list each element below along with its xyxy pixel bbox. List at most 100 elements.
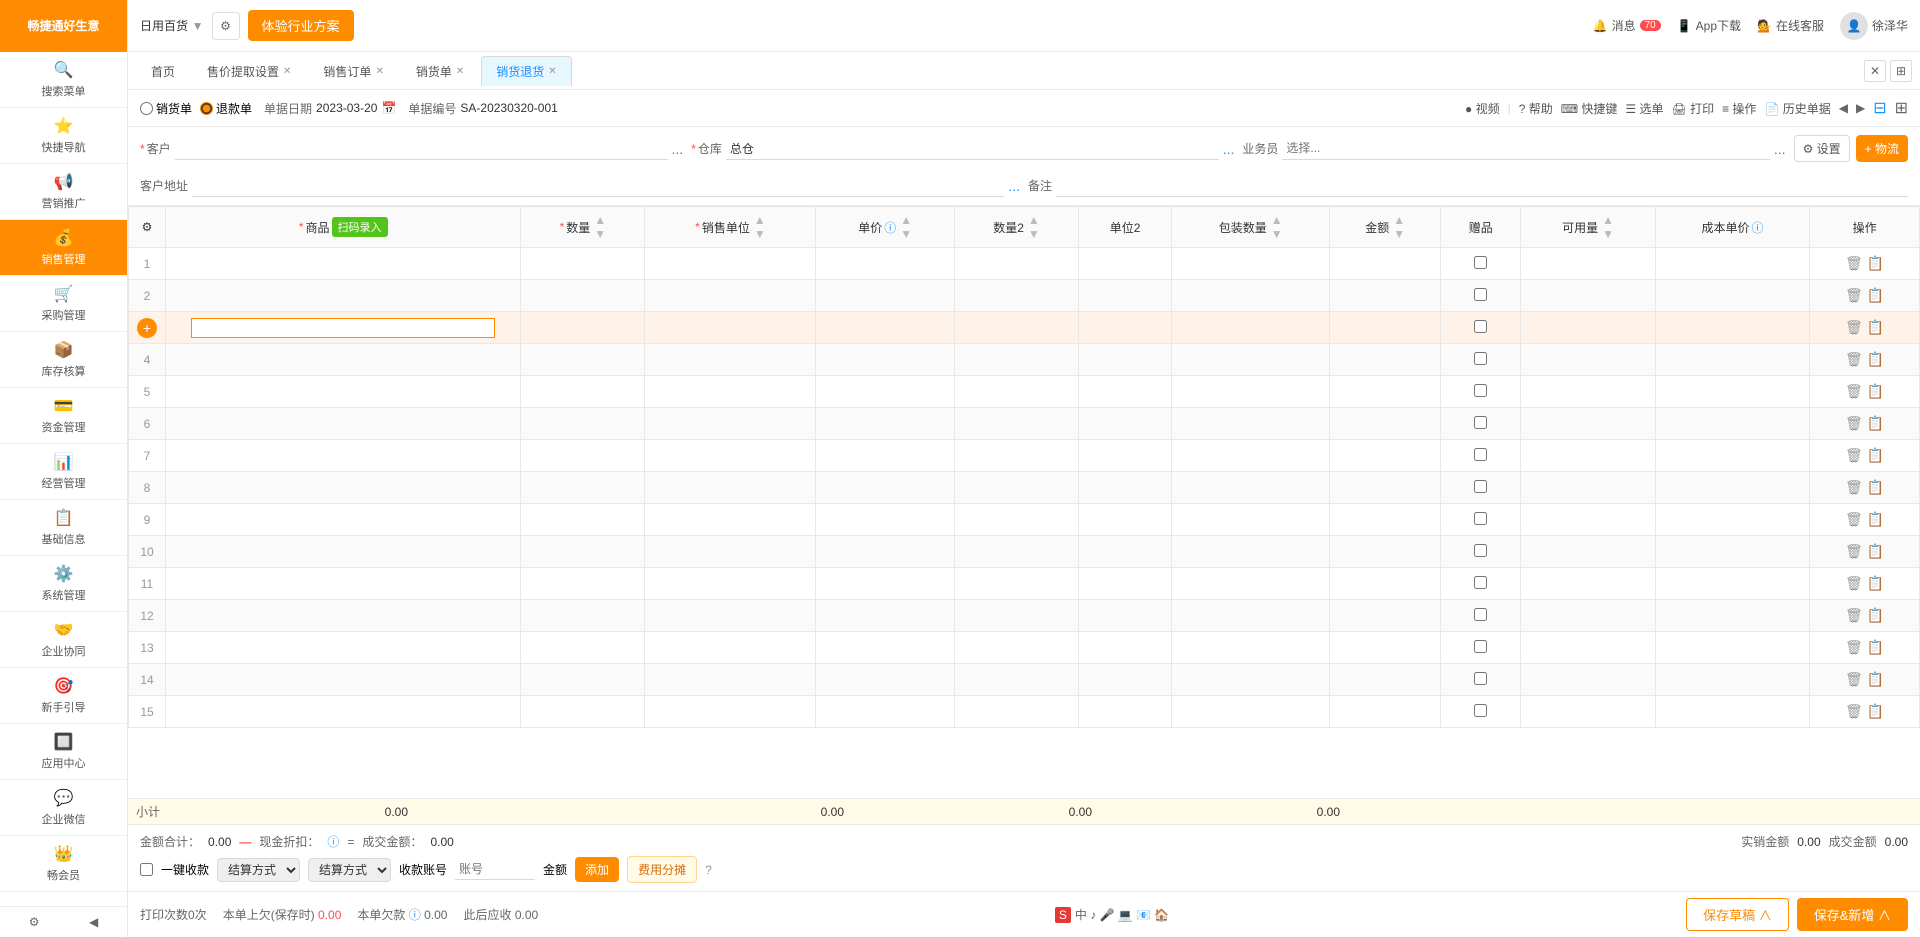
quantity2-cell[interactable] <box>954 248 1078 280</box>
unit2-cell[interactable] <box>1079 280 1172 312</box>
help-action[interactable]: ? 帮助 <box>1519 100 1553 117</box>
calendar-icon[interactable]: 📅 <box>381 101 396 115</box>
sale-unit-cell[interactable] <box>645 536 816 568</box>
sidebar-item-enterprise[interactable]: 🤝 企业协同 <box>0 612 127 668</box>
product-cell[interactable] <box>166 440 521 472</box>
debt-icon[interactable]: ⓘ <box>409 908 421 922</box>
gift-cell[interactable] <box>1441 376 1521 408</box>
pack-qty-cell[interactable] <box>1172 344 1330 376</box>
unit-price-cell[interactable] <box>816 344 954 376</box>
customer-dots[interactable]: ... <box>672 141 684 157</box>
sidebar-item-member[interactable]: 👑 畅会员 <box>0 836 127 892</box>
unit-price-cell[interactable] <box>816 536 954 568</box>
amount-cell[interactable] <box>1330 312 1441 344</box>
cost-price-cell[interactable] <box>1655 344 1809 376</box>
split-btn[interactable]: 费用分摊 <box>627 856 697 883</box>
pack-qty-cell[interactable] <box>1172 408 1330 440</box>
amount-cell[interactable] <box>1330 632 1441 664</box>
gift-checkbox[interactable] <box>1474 672 1487 685</box>
sale-unit-cell[interactable] <box>645 568 816 600</box>
one-click-checkbox[interactable] <box>140 863 153 876</box>
address-dots[interactable]: ... <box>1008 178 1020 194</box>
unit2-cell[interactable] <box>1079 632 1172 664</box>
gift-cell[interactable] <box>1441 664 1521 696</box>
available-cell[interactable] <box>1521 664 1656 696</box>
unit2-cell[interactable] <box>1079 440 1172 472</box>
unit2-cell[interactable] <box>1079 408 1172 440</box>
unit-price-cell[interactable] <box>816 280 954 312</box>
pack-qty-cell[interactable] <box>1172 504 1330 536</box>
unit2-cell[interactable] <box>1079 312 1172 344</box>
tab-sale-return[interactable]: 销货退货 ✕ <box>481 56 571 86</box>
product-cell[interactable] <box>166 568 521 600</box>
tab-sale-price-close[interactable]: ✕ <box>283 66 291 77</box>
unit2-cell[interactable] <box>1079 664 1172 696</box>
col-settings[interactable]: ⚙ <box>129 207 166 248</box>
copy-icon[interactable]: 📋 <box>1867 575 1884 592</box>
quantity-cell[interactable] <box>521 536 645 568</box>
sidebar-item-inventory[interactable]: 📦 库存核算 <box>0 332 127 388</box>
copy-icon[interactable]: 📋 <box>1867 255 1884 272</box>
cost-price-cell[interactable] <box>1655 536 1809 568</box>
product-cell[interactable] <box>166 472 521 504</box>
amount-cell[interactable] <box>1330 568 1441 600</box>
quantity2-cell[interactable] <box>954 472 1078 504</box>
unit-price-cell[interactable] <box>816 632 954 664</box>
save-draft-btn[interactable]: 保存草稿 ∧ <box>1686 898 1789 931</box>
amount-cell[interactable] <box>1330 248 1441 280</box>
quantity-cell[interactable] <box>521 472 645 504</box>
gift-checkbox[interactable] <box>1474 640 1487 653</box>
amount-cell[interactable] <box>1330 504 1441 536</box>
sale-unit-cell[interactable] <box>645 344 816 376</box>
product-cell[interactable] <box>166 632 521 664</box>
amount-cell[interactable] <box>1330 696 1441 728</box>
unit2-cell[interactable] <box>1079 504 1172 536</box>
unit2-cell[interactable] <box>1079 344 1172 376</box>
delete-icon[interactable]: 🗑 <box>1845 383 1863 400</box>
product-cell[interactable] <box>166 536 521 568</box>
available-cell[interactable] <box>1521 312 1656 344</box>
delete-icon[interactable]: 🗑 <box>1845 703 1863 720</box>
sidebar-footer-collapse[interactable]: ◀ <box>89 915 98 929</box>
unit2-cell[interactable] <box>1079 376 1172 408</box>
nav-prev[interactable]: ◀ <box>1839 101 1848 115</box>
online-service-action[interactable]: 💁 在线客服 <box>1757 17 1824 34</box>
unit-price-cell[interactable] <box>816 376 954 408</box>
select-action[interactable]: ☰ 选单 <box>1625 100 1663 117</box>
cost-price-cell[interactable] <box>1655 664 1809 696</box>
amount-cell[interactable] <box>1330 280 1441 312</box>
product-cell[interactable] <box>166 696 521 728</box>
module-selector[interactable]: 日用百货 ▼ <box>140 17 204 34</box>
copy-icon[interactable]: 📋 <box>1867 607 1884 624</box>
copy-icon[interactable]: 📋 <box>1867 319 1884 336</box>
product-cell[interactable] <box>166 312 521 344</box>
sale-unit-cell[interactable] <box>645 696 816 728</box>
unit2-cell[interactable] <box>1079 600 1172 632</box>
unit-price-cell[interactable] <box>816 472 954 504</box>
cost-price-cell[interactable] <box>1655 632 1809 664</box>
gift-cell[interactable] <box>1441 536 1521 568</box>
topbar-settings-btn[interactable]: ⚙ <box>212 12 240 40</box>
address-input[interactable] <box>192 174 1004 197</box>
delete-icon[interactable]: 🗑 <box>1845 351 1863 368</box>
nav-next[interactable]: ▶ <box>1856 101 1865 115</box>
unit2-cell[interactable] <box>1079 248 1172 280</box>
quantity2-cell[interactable] <box>954 664 1078 696</box>
copy-icon[interactable]: 📋 <box>1867 287 1884 304</box>
quantity2-cell[interactable] <box>954 280 1078 312</box>
card-view-icon[interactable]: ⊞ <box>1895 98 1908 118</box>
pack-qty-cell[interactable] <box>1172 536 1330 568</box>
quantity2-cell[interactable] <box>954 504 1078 536</box>
quantity-cell[interactable] <box>521 376 645 408</box>
gift-cell[interactable] <box>1441 344 1521 376</box>
quantity-cell[interactable] <box>521 600 645 632</box>
gift-cell[interactable] <box>1441 440 1521 472</box>
cost-price-cell[interactable] <box>1655 696 1809 728</box>
amount-cell[interactable] <box>1330 664 1441 696</box>
product-cell[interactable] <box>166 344 521 376</box>
quantity2-cell[interactable] <box>954 344 1078 376</box>
pack-qty-cell[interactable] <box>1172 600 1330 632</box>
logistics-quick-btn[interactable]: + 物流 <box>1856 135 1908 162</box>
gift-checkbox[interactable] <box>1474 608 1487 621</box>
gift-checkbox[interactable] <box>1474 544 1487 557</box>
